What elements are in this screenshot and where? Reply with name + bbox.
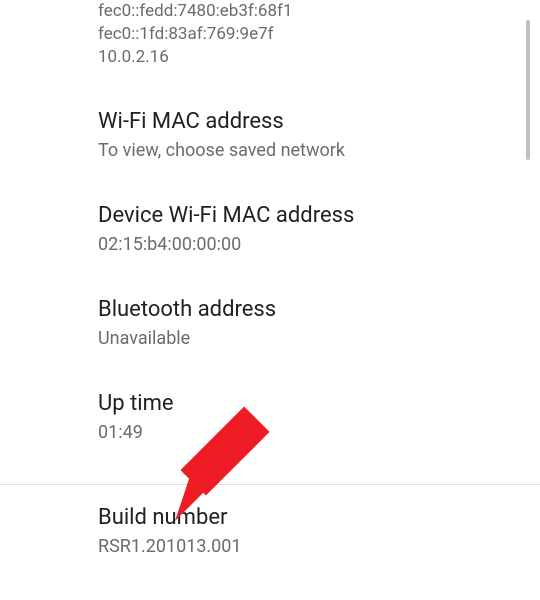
wifi-mac-title: Wi-Fi MAC address bbox=[98, 109, 520, 134]
build-number-value: RSR1.201013.001 bbox=[98, 534, 520, 559]
uptime-section[interactable]: Up time 01:49 bbox=[98, 391, 520, 445]
bluetooth-value: Unavailable bbox=[98, 326, 520, 351]
uptime-value: 01:49 bbox=[98, 420, 520, 445]
device-wifi-mac-value: 02:15:b4:00:00:00 bbox=[98, 232, 520, 257]
bluetooth-title: Bluetooth address bbox=[98, 297, 520, 322]
bluetooth-section[interactable]: Bluetooth address Unavailable bbox=[98, 297, 520, 351]
uptime-title: Up time bbox=[98, 391, 520, 416]
settings-content: fec0::fedd:7480:eb3f:68f1 fec0::1fd:83af… bbox=[0, 0, 540, 446]
wifi-mac-value: To view, choose saved network bbox=[98, 138, 520, 163]
wifi-mac-section[interactable]: Wi-Fi MAC address To view, choose saved … bbox=[98, 109, 520, 163]
device-wifi-mac-section[interactable]: Device Wi-Fi MAC address 02:15:b4:00:00:… bbox=[98, 203, 520, 257]
ip-line: fec0::1fd:83af:769:9e7f bbox=[98, 23, 520, 46]
build-number-title: Build number bbox=[98, 505, 520, 530]
ip-address-list: fec0::fedd:7480:eb3f:68f1 fec0::1fd:83af… bbox=[98, 0, 520, 69]
ip-line: fec0::fedd:7480:eb3f:68f1 bbox=[98, 0, 520, 23]
device-wifi-mac-title: Device Wi-Fi MAC address bbox=[98, 203, 520, 228]
scrollbar[interactable] bbox=[526, 20, 530, 160]
build-number-section[interactable]: Build number RSR1.201013.001 bbox=[0, 485, 540, 559]
ip-line: 10.0.2.16 bbox=[98, 46, 520, 69]
